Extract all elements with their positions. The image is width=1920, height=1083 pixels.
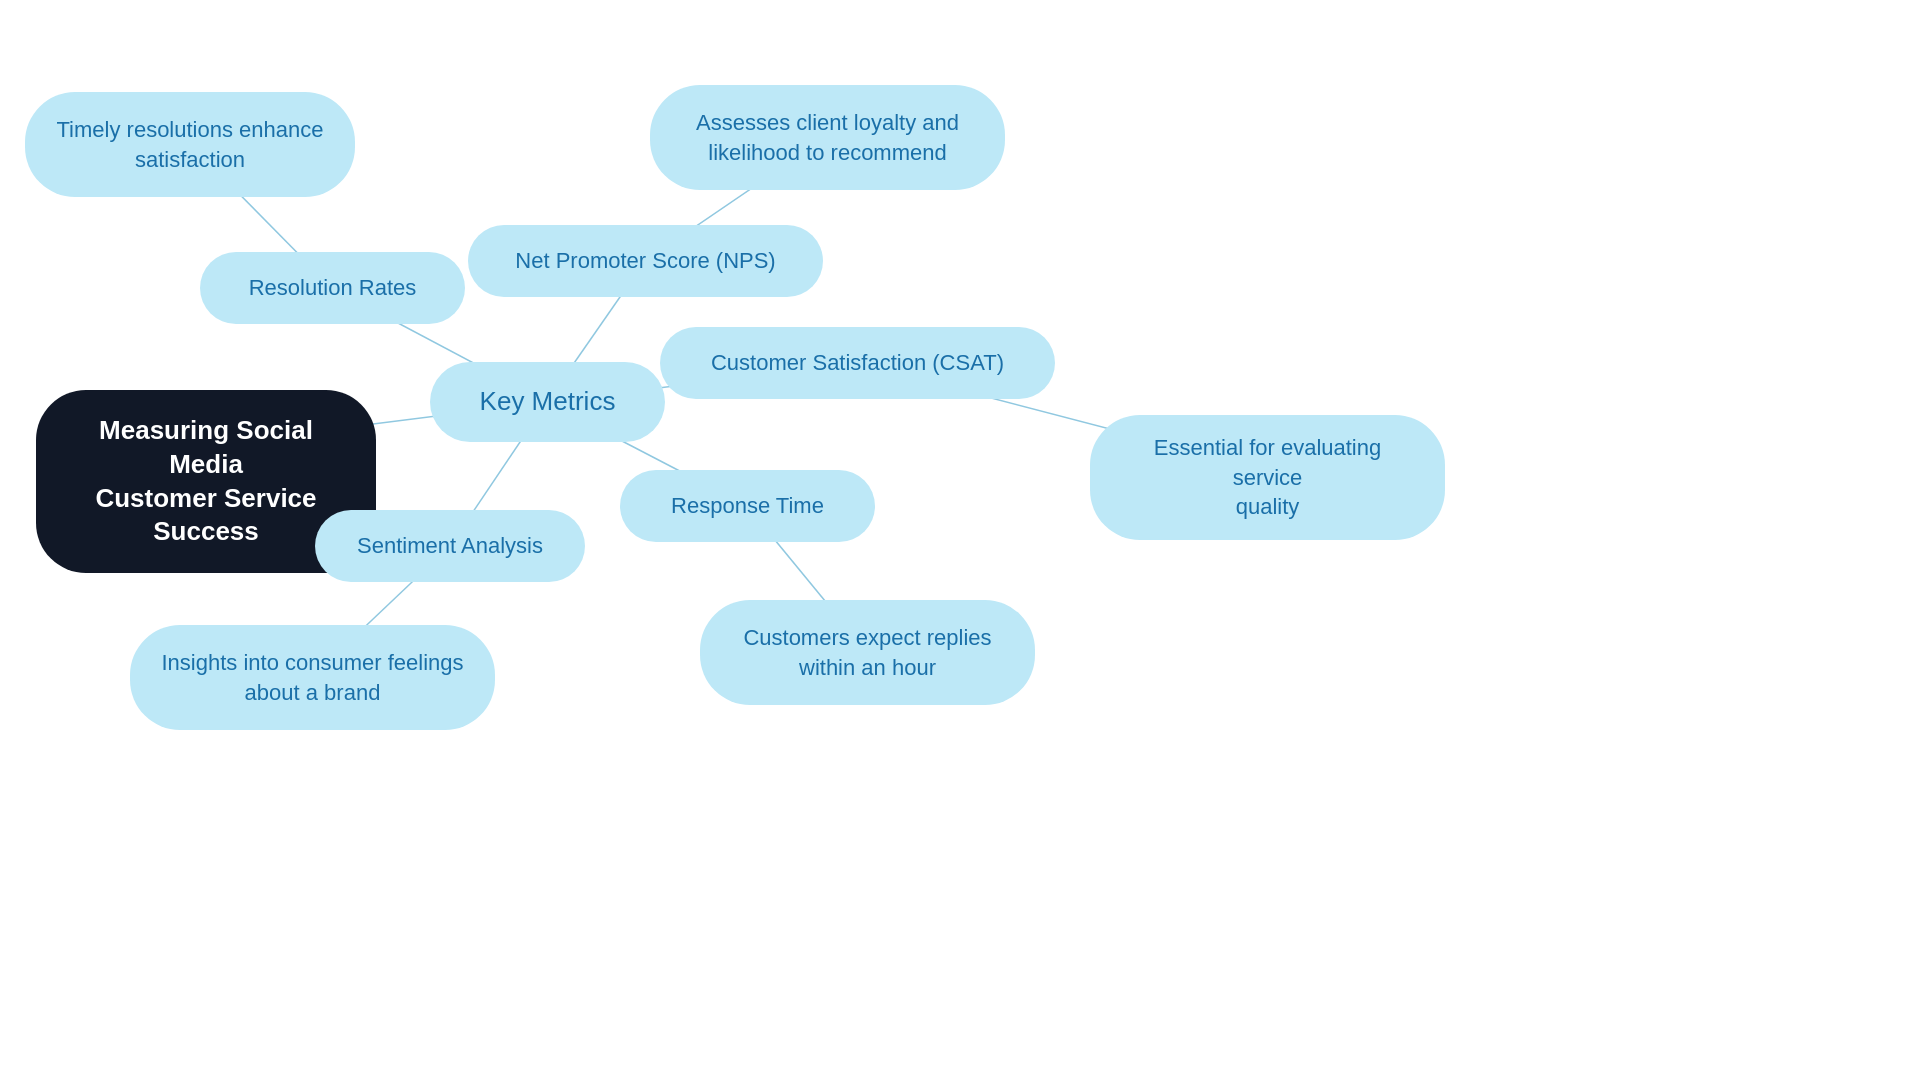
timely-resolutions-label: Timely resolutions enhance satisfaction — [57, 115, 324, 174]
response-time-label: Response Time — [671, 491, 824, 521]
assesses-loyalty-label: Assesses client loyalty and likelihood t… — [696, 108, 959, 167]
assesses-loyalty-node: Assesses client loyalty and likelihood t… — [650, 85, 1005, 190]
timely-resolutions-node: Timely resolutions enhance satisfaction — [25, 92, 355, 197]
sentiment-analysis-label: Sentiment Analysis — [357, 531, 543, 561]
customers-expect-label: Customers expect replies within an hour — [743, 623, 991, 682]
essential-service-node: Essential for evaluating service quality — [1090, 415, 1445, 540]
insights-consumer-label: Insights into consumer feelings about a … — [161, 648, 463, 707]
sentiment-analysis-node: Sentiment Analysis — [315, 510, 585, 582]
insights-consumer-node: Insights into consumer feelings about a … — [130, 625, 495, 730]
resolution-rates-node: Resolution Rates — [200, 252, 465, 324]
key-metrics-label: Key Metrics — [480, 385, 616, 419]
key-metrics-node: Key Metrics — [430, 362, 665, 442]
essential-service-label: Essential for evaluating service quality — [1118, 433, 1417, 522]
csat-label: Customer Satisfaction (CSAT) — [711, 348, 1004, 378]
root-label: Measuring Social Media Customer Service … — [68, 414, 344, 549]
customers-expect-node: Customers expect replies within an hour — [700, 600, 1035, 705]
response-time-node: Response Time — [620, 470, 875, 542]
nps-label: Net Promoter Score (NPS) — [515, 246, 775, 276]
resolution-rates-label: Resolution Rates — [249, 273, 417, 303]
nps-node: Net Promoter Score (NPS) — [468, 225, 823, 297]
csat-node: Customer Satisfaction (CSAT) — [660, 327, 1055, 399]
